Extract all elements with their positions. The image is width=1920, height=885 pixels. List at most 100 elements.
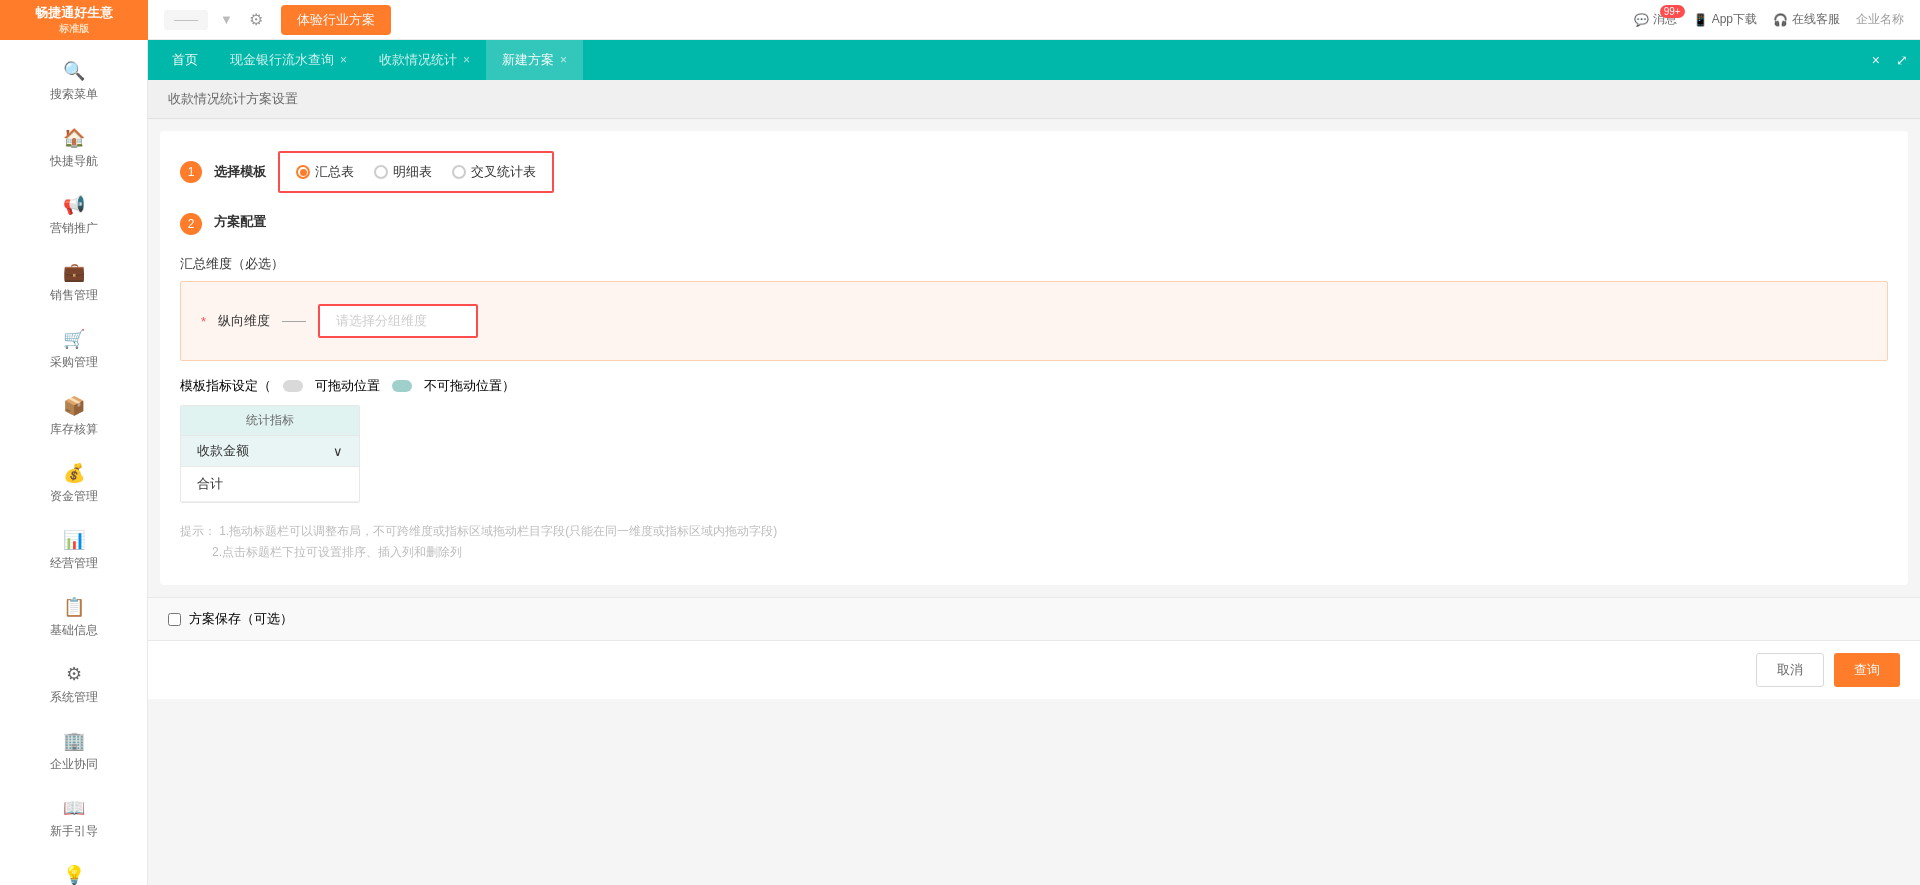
- sidebar-item-inventory[interactable]: 📦 库存核算: [0, 383, 147, 450]
- template-option-detail[interactable]: 明细表: [374, 163, 432, 181]
- dim-select-box[interactable]: 请选择分组维度: [318, 304, 478, 338]
- step1-label: 选择模板: [214, 163, 266, 181]
- notification-area[interactable]: 💬 消息 99+: [1634, 11, 1677, 28]
- tab-home[interactable]: 首页: [156, 40, 214, 80]
- guide-icon: 📖: [63, 797, 85, 819]
- message-icon: 💬: [1634, 13, 1649, 27]
- basic-icon: 📋: [63, 596, 85, 618]
- sidebar-item-purchase[interactable]: 🛒 采购管理: [0, 316, 147, 383]
- movable-tag: [283, 380, 303, 392]
- online-service-label: 在线客服: [1792, 11, 1840, 28]
- hint-text1: 1.拖动标题栏可以调整布局，不可跨维度或指标区域拖动栏目字段(只能在同一维度或指…: [219, 524, 777, 538]
- trial-industry-btn[interactable]: 体验行业方案: [281, 5, 391, 35]
- sidebar-item-sales[interactable]: 💼 销售管理: [0, 249, 147, 316]
- operations-icon: 📊: [63, 529, 85, 551]
- metrics-table-category-header: 统计指标: [181, 406, 359, 436]
- finance-icon: 💰: [63, 462, 85, 484]
- breadcrumb-text: ——: [164, 10, 208, 30]
- metrics-table: 统计指标 收款金额 ∨ 合计: [180, 405, 360, 503]
- tab-new-plan[interactable]: 新建方案 ×: [486, 40, 583, 80]
- tab-new-plan-close[interactable]: ×: [560, 53, 567, 67]
- app-download-icon: 📱: [1693, 13, 1708, 27]
- notification-badge: 99+: [1660, 5, 1685, 18]
- sales-icon: 💼: [63, 261, 85, 283]
- sidebar-label-nav: 快捷导航: [50, 153, 98, 170]
- tab-collection-stats-label: 收款情况统计: [379, 51, 457, 69]
- save-checkbox[interactable]: [168, 613, 181, 626]
- tab-bank-flow[interactable]: 现金银行流水查询 ×: [214, 40, 363, 80]
- sidebar-label-guide: 新手引导: [50, 823, 98, 840]
- template-summary-label: 汇总表: [315, 163, 354, 181]
- sidebar-item-operations[interactable]: 📊 经营管理: [0, 517, 147, 584]
- template-option-summary[interactable]: 汇总表: [296, 163, 354, 181]
- tab-bar: 首页 现金银行流水查询 × 收款情况统计 × 新建方案 × × ⤢: [148, 40, 1920, 80]
- sidebar-item-system[interactable]: ⚙ 系统管理: [0, 651, 147, 718]
- gear-button[interactable]: ⚙: [249, 10, 263, 29]
- sidebar-item-guide[interactable]: 📖 新手引导: [0, 785, 147, 852]
- sidebar-label-search: 搜索菜单: [50, 86, 98, 103]
- metrics-col1-dropdown-icon[interactable]: ∨: [333, 444, 343, 459]
- tab-collection-stats[interactable]: 收款情况统计 ×: [363, 40, 486, 80]
- template-radio-group: 汇总表 明细表 交叉统计表: [296, 163, 536, 181]
- step2-badge: 2: [180, 213, 202, 235]
- hardware-icon: 💡: [63, 864, 85, 885]
- search-icon: 🔍: [63, 60, 85, 82]
- sidebar-label-finance: 资金管理: [50, 488, 98, 505]
- cancel-button[interactable]: 取消: [1756, 653, 1824, 687]
- sidebar-label-enterprise: 企业协同: [50, 756, 98, 773]
- username-label: 企业名称: [1856, 11, 1904, 28]
- sidebar-item-marketing[interactable]: 📢 营销推广: [0, 182, 147, 249]
- sidebar-item-search[interactable]: 🔍 搜索菜单: [0, 48, 147, 115]
- tab-bank-flow-close[interactable]: ×: [340, 53, 347, 67]
- sidebar-label-inventory: 库存核算: [50, 421, 98, 438]
- step1-badge: 1: [180, 161, 202, 183]
- home-icon: 🏠: [63, 127, 85, 149]
- template-option-cross[interactable]: 交叉统计表: [452, 163, 536, 181]
- sidebar-item-enterprise[interactable]: 🏢 企业协同: [0, 718, 147, 785]
- tab-bank-flow-label: 现金银行流水查询: [230, 51, 334, 69]
- movable-label: 可拖动位置: [315, 377, 380, 395]
- inventory-icon: 📦: [63, 395, 85, 417]
- enterprise-icon: 🏢: [63, 730, 85, 752]
- metrics-section: 模板指标设定（ 可拖动位置 不可拖动位置） 统计指标 收款金额 ∨ 合计: [180, 377, 1888, 503]
- dim-row-name: 纵向维度: [218, 312, 270, 330]
- sidebar-label-marketing: 营销推广: [50, 220, 98, 237]
- hint-section: 提示： 1.拖动标题栏可以调整布局，不可跨维度或指标区域拖动栏目字段(只能在同一…: [180, 523, 1888, 561]
- service-icon: 🎧: [1773, 13, 1788, 27]
- metrics-col1-row1: 合计: [181, 467, 359, 502]
- sidebar-label-basic: 基础信息: [50, 622, 98, 639]
- step2-row: 2 方案配置: [180, 213, 1888, 235]
- dimension-section-title: 汇总维度（必选）: [180, 255, 1888, 273]
- sidebar-item-basic[interactable]: 📋 基础信息: [0, 584, 147, 651]
- radio-cross: [452, 165, 466, 179]
- query-button[interactable]: 查询: [1834, 653, 1900, 687]
- sidebar-item-finance[interactable]: 💰 资金管理: [0, 450, 147, 517]
- step1-row: 1 选择模板 汇总表 明细表: [180, 151, 1888, 193]
- step2-label: 方案配置: [214, 213, 266, 231]
- app-download-btn[interactable]: 📱 App下载: [1693, 11, 1757, 28]
- hint-line2: 2.点击标题栏下拉可设置排序、插入列和删除列: [180, 544, 1888, 561]
- online-service-btn[interactable]: 🎧 在线客服: [1773, 11, 1840, 28]
- bottom-action-bar: 取消 查询: [148, 640, 1920, 699]
- hint-line1: 提示： 1.拖动标题栏可以调整布局，不可跨维度或指标区域拖动栏目字段(只能在同一…: [180, 523, 1888, 540]
- sidebar-item-nav[interactable]: 🏠 快捷导航: [0, 115, 147, 182]
- tab-collection-close[interactable]: ×: [463, 53, 470, 67]
- dim-placeholder: 请选择分组维度: [336, 313, 427, 328]
- save-section: 方案保存（可选）: [148, 597, 1920, 640]
- tab-new-plan-label: 新建方案: [502, 51, 554, 69]
- radio-summary: [296, 165, 310, 179]
- tab-expand-btn[interactable]: ⤢: [1892, 48, 1912, 72]
- dimension-area: * 纵向维度 —— 请选择分组维度: [180, 281, 1888, 361]
- dimension-section: 汇总维度（必选） * 纵向维度 —— 请选择分组维度: [180, 255, 1888, 361]
- tab-close-win-btn[interactable]: ×: [1868, 48, 1884, 72]
- system-icon: ⚙: [66, 663, 82, 685]
- metrics-col1-header[interactable]: 收款金额 ∨: [181, 436, 359, 467]
- sidebar: 🔍 搜索菜单 🏠 快捷导航 📢 营销推广 💼 销售管理 🛒 采购管理 📦 库存核…: [0, 40, 148, 885]
- sidebar-item-hardware[interactable]: 💡 智能硬件: [0, 852, 147, 885]
- logo-sub: 标准版: [35, 22, 113, 36]
- save-label: 方案保存（可选）: [189, 610, 293, 628]
- dim-arrow: ——: [282, 314, 306, 328]
- purchase-icon: 🛒: [63, 328, 85, 350]
- logo-name: 畅捷通好生意: [35, 4, 113, 22]
- marketing-icon: 📢: [63, 194, 85, 216]
